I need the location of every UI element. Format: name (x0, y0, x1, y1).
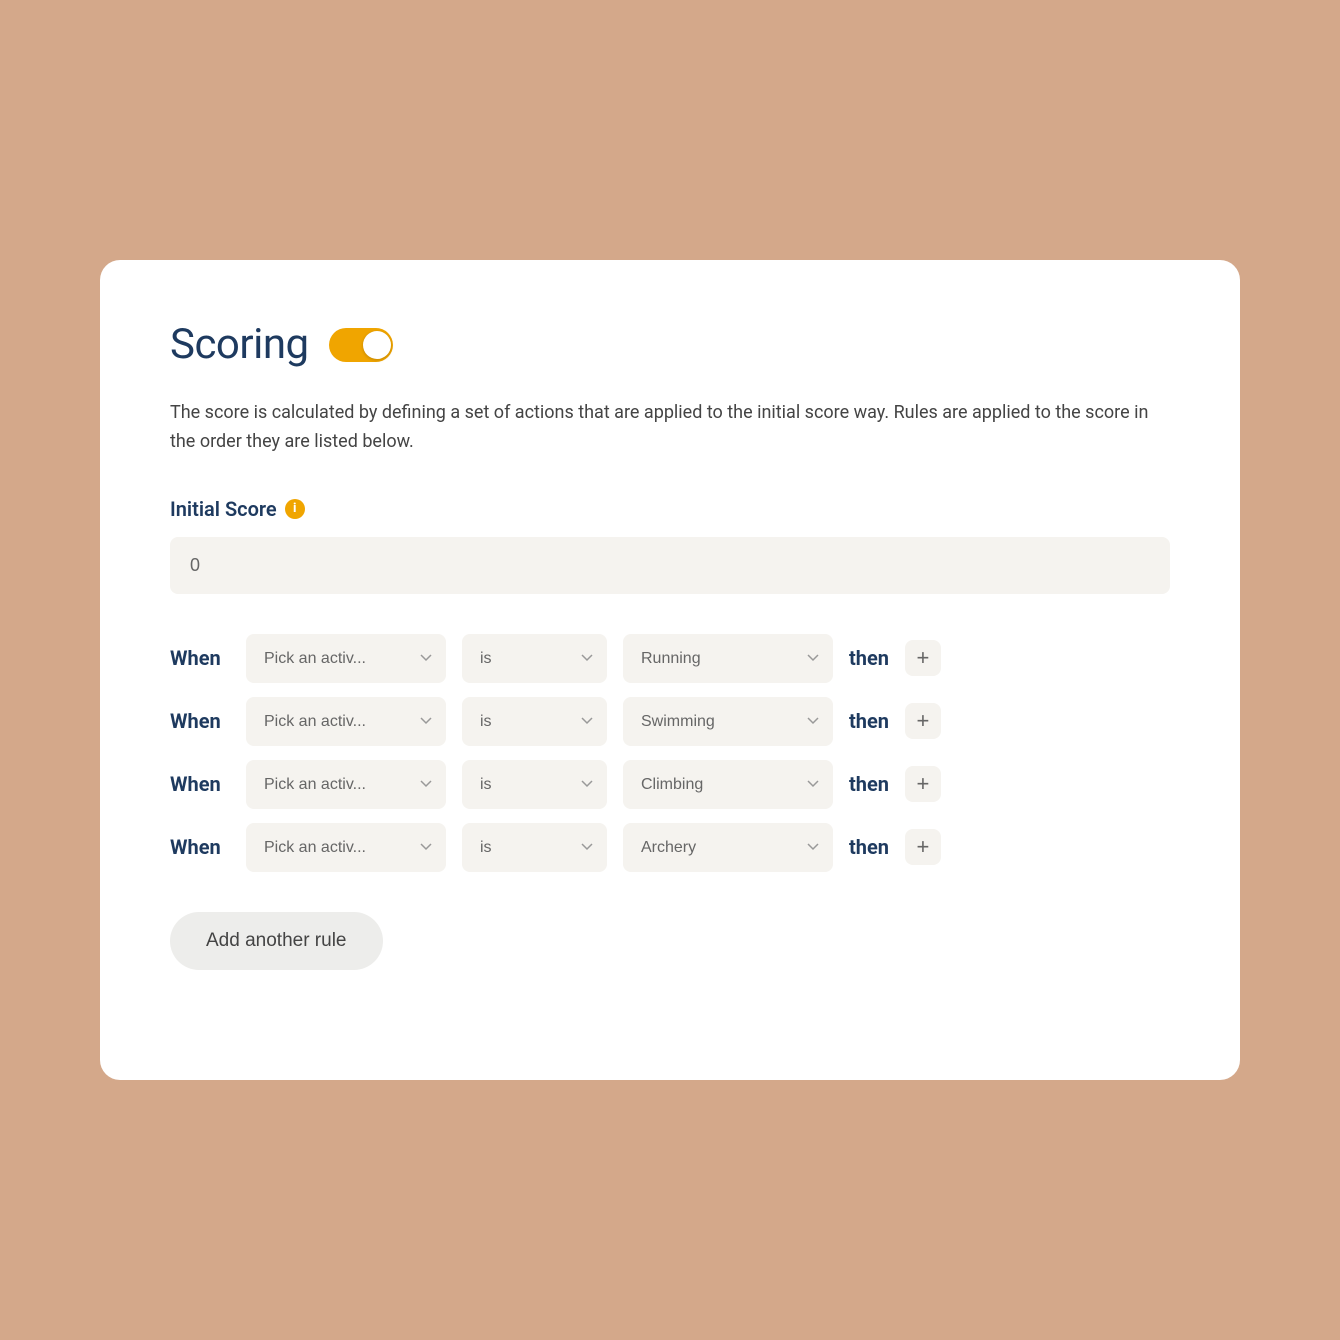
condition-select-4[interactable]: is is not contains (462, 823, 607, 872)
add-another-rule-button[interactable]: Add another rule (170, 912, 383, 970)
activity-select-1[interactable]: Pick an activ... Running Swimming Climbi… (246, 634, 446, 683)
then-label-3: then (849, 772, 889, 796)
activity-select-2[interactable]: Pick an activ... Running Swimming Climbi… (246, 697, 446, 746)
add-action-button-4[interactable]: + (905, 829, 941, 865)
add-action-button-1[interactable]: + (905, 640, 941, 676)
condition-select-1[interactable]: is is not contains (462, 634, 607, 683)
activity-select-4[interactable]: Pick an activ... Running Swimming Climbi… (246, 823, 446, 872)
initial-score-input[interactable] (170, 537, 1170, 594)
when-label-4: When (170, 835, 230, 859)
rule-row: When Pick an activ... Running Swimming C… (170, 697, 1170, 746)
rule-row: When Pick an activ... Running Swimming C… (170, 634, 1170, 683)
condition-select-3[interactable]: is is not contains (462, 760, 607, 809)
when-label-3: When (170, 772, 230, 796)
toggle-thumb (363, 331, 391, 359)
when-label-1: When (170, 646, 230, 670)
condition-select-2[interactable]: is is not contains (462, 697, 607, 746)
value-select-1[interactable]: Running Swimming Climbing Archery (623, 634, 833, 683)
then-label-2: then (849, 709, 889, 733)
add-action-button-3[interactable]: + (905, 766, 941, 802)
initial-score-label: Initial Score i (170, 497, 1170, 521)
activity-select-3[interactable]: Pick an activ... Running Swimming Climbi… (246, 760, 446, 809)
info-icon[interactable]: i (285, 499, 305, 519)
rule-row: When Pick an activ... Running Swimming C… (170, 760, 1170, 809)
header-row: Scoring (170, 320, 1170, 369)
value-select-3[interactable]: Climbing Running Swimming Archery (623, 760, 833, 809)
rule-row: When Pick an activ... Running Swimming C… (170, 823, 1170, 872)
initial-score-label-text: Initial Score (170, 497, 277, 521)
when-label-2: When (170, 709, 230, 733)
description-text: The score is calculated by defining a se… (170, 399, 1170, 457)
add-action-button-2[interactable]: + (905, 703, 941, 739)
then-label-1: then (849, 646, 889, 670)
page-title: Scoring (170, 320, 309, 369)
value-select-2[interactable]: Swimming Running Climbing Archery (623, 697, 833, 746)
scoring-toggle[interactable] (329, 328, 393, 362)
value-select-4[interactable]: Archery Running Swimming Climbing (623, 823, 833, 872)
scoring-card: Scoring The score is calculated by defin… (100, 260, 1240, 1080)
rules-section: When Pick an activ... Running Swimming C… (170, 634, 1170, 872)
then-label-4: then (849, 835, 889, 859)
